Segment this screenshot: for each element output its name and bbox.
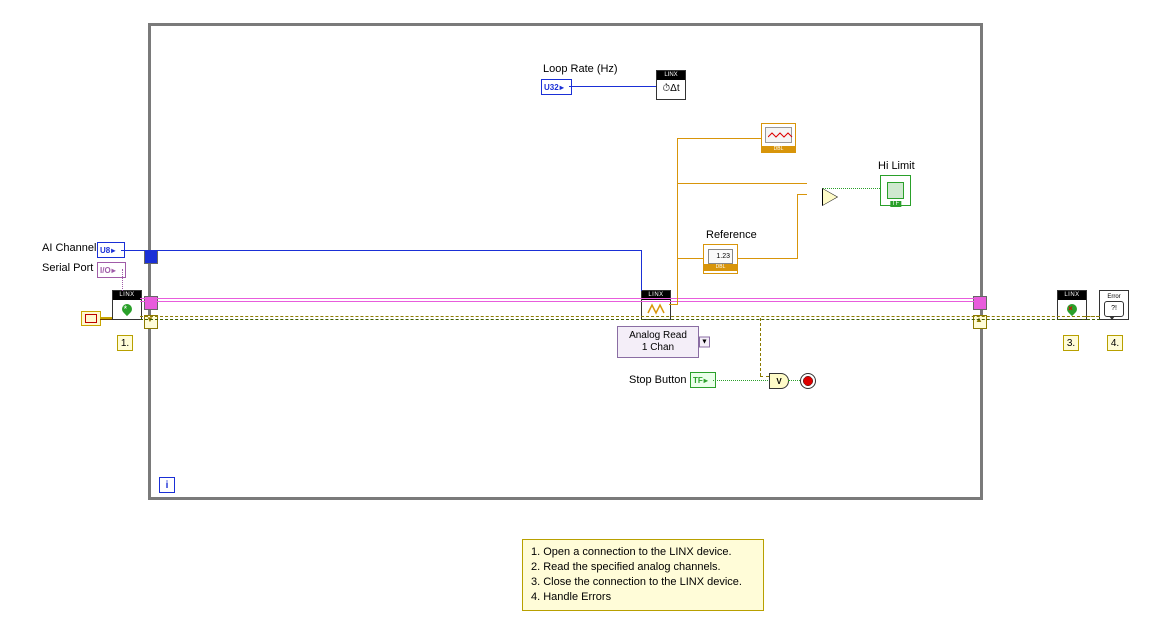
- wire-aich-v: [641, 250, 642, 291]
- wire-error-thru-a: [140, 316, 1100, 317]
- step-4-marker: 4.: [1107, 335, 1123, 351]
- poly-line2: 1 Chan: [624, 342, 692, 354]
- loop-rate-terminal[interactable]: U32▸: [541, 79, 572, 95]
- wire-linx-ref-top: [140, 298, 978, 299]
- stop-button-label: Stop Button: [629, 374, 687, 386]
- analog-read-icon: [647, 303, 665, 315]
- or-symbol: V: [776, 377, 781, 386]
- wire-ao-geq: [677, 183, 807, 184]
- block-diagram-canvas: i AI Channel U8▸ Serial Port I/O▸ LINX 1…: [0, 0, 1161, 626]
- shift-register-right: [973, 315, 987, 329]
- instruction-comment: 1. Open a connection to the LINX device.…: [522, 539, 764, 611]
- ai-channel-label: AI Channel: [42, 242, 96, 254]
- polymorphic-selector[interactable]: Analog Read 1 Chan ▼: [617, 326, 699, 358]
- reference-indicator[interactable]: 1.23 DBL: [703, 244, 738, 274]
- loop-rate-timer-node[interactable]: LINX ⏱Δt: [656, 70, 686, 100]
- geq-symbol: ≥: [825, 192, 829, 201]
- chart-icon: [768, 132, 1068, 138]
- loop-rate-label: Loop Rate (Hz): [543, 63, 618, 75]
- wire-ao-chart: [677, 138, 761, 139]
- wire-error-in: [100, 317, 112, 320]
- poly-line1: Analog Read: [624, 330, 692, 342]
- shift-register-left: [144, 315, 158, 329]
- footer-line-1: 1. Open a connection to the LINX device.: [531, 545, 755, 560]
- wire-err-or-h: [760, 376, 769, 377]
- wire-error-thru-b: [140, 319, 1100, 320]
- wire-err-or-v: [760, 318, 761, 376]
- footer-line-2: 2. Read the specified analog channels.: [531, 560, 755, 575]
- wire-ref-in: [797, 194, 807, 195]
- greater-or-equal-node[interactable]: ≥: [822, 188, 838, 206]
- close-icon: [1065, 301, 1079, 315]
- wire-stop-or: [713, 380, 768, 381]
- error-bubble-icon: ?!: [1104, 301, 1124, 317]
- wire-geq-out: [823, 188, 880, 189]
- hi-limit-indicator[interactable]: TF: [880, 175, 911, 206]
- iteration-terminal-icon: i: [159, 477, 175, 493]
- footer-line-4: 4. Handle Errors: [531, 590, 755, 605]
- tunnel-ai-channel: [144, 250, 158, 264]
- error-caption: Error: [1107, 294, 1120, 300]
- hi-limit-label: Hi Limit: [878, 160, 915, 172]
- wire-or-cond: [788, 380, 800, 381]
- step-3-marker: 3.: [1063, 335, 1079, 351]
- wire-close-err: [1085, 316, 1099, 317]
- footer-line-3: 3. Close the connection to the LINX devi…: [531, 575, 755, 590]
- reference-value-display: 1.23: [708, 249, 733, 264]
- linx-header-4: LINX: [1058, 291, 1086, 300]
- wire-linx-ref-bot: [140, 301, 978, 302]
- serial-port-label: Serial Port: [42, 262, 93, 274]
- linx-open-node[interactable]: LINX: [112, 290, 142, 320]
- loop-condition-terminal[interactable]: [800, 373, 816, 389]
- reference-label: Reference: [706, 229, 757, 241]
- wire-looprate: [569, 86, 656, 87]
- wire-ao-stub: [669, 304, 677, 305]
- wire-ref-h: [737, 258, 797, 259]
- linx-header-2: LINX: [657, 71, 685, 80]
- error-cluster-constant[interactable]: [81, 311, 101, 326]
- waveform-chart-indicator[interactable]: DBL: [761, 123, 796, 153]
- wire-serialport: [122, 269, 124, 291]
- or-node[interactable]: V: [769, 373, 789, 389]
- open-icon: [120, 301, 134, 315]
- timer-icon: ⏱Δt: [657, 80, 685, 97]
- wire-ao-v: [677, 138, 678, 305]
- chevron-down-icon[interactable]: ▼: [699, 337, 710, 348]
- wire-aich-h: [121, 250, 641, 251]
- linx-header: LINX: [113, 291, 141, 300]
- step-1-marker: 1.: [117, 335, 133, 351]
- wire-ao-ref: [677, 258, 703, 259]
- wire-ref-v: [797, 194, 798, 259]
- simple-error-handler-node[interactable]: Error ?!: [1099, 290, 1129, 320]
